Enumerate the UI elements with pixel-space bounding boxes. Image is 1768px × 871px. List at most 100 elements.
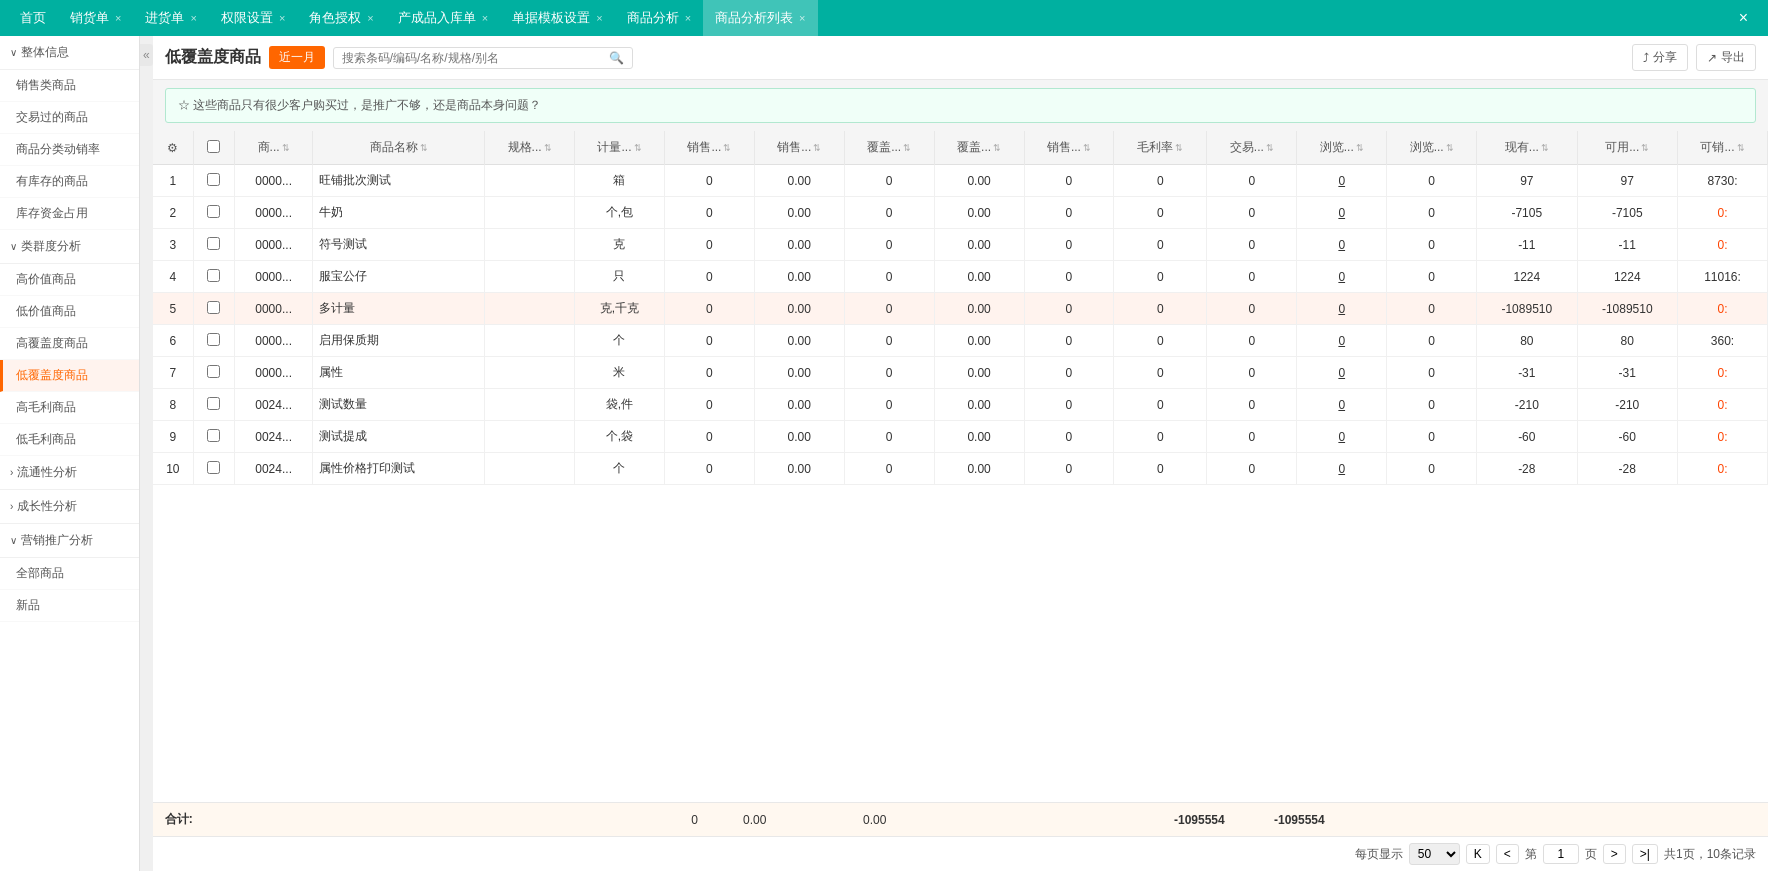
sidebar-section-成长性分析[interactable]: ›成长性分析: [0, 490, 139, 524]
row-checkbox[interactable]: [207, 301, 220, 314]
row-checkbox[interactable]: [207, 205, 220, 218]
sidebar-item-全部商品[interactable]: 全部商品: [0, 558, 139, 590]
main-layout: ∨整体信息销售类商品交易过的商品商品分类动销率有库存的商品库存资金占用∨类群度分…: [0, 36, 1768, 871]
sidebar-item-低覆盖度商品[interactable]: 低覆盖度商品: [0, 360, 139, 392]
row-sales3: 0: [1024, 421, 1114, 453]
window-close-button[interactable]: ×: [1727, 9, 1760, 27]
row-checkbox[interactable]: [207, 237, 220, 250]
col-header-gross_margin[interactable]: 毛利率⇅: [1114, 131, 1207, 165]
sidebar-section-营销推广分析[interactable]: ∨营销推广分析: [0, 524, 139, 558]
row-view1[interactable]: 0: [1297, 421, 1387, 453]
export-icon: ↗: [1707, 51, 1717, 65]
sidebar-item-库存资金占用[interactable]: 库存资金占用: [0, 198, 139, 230]
nav-item-销货单[interactable]: 销货单×: [58, 0, 133, 36]
settings-icon[interactable]: ⚙: [167, 141, 178, 155]
first-page-button[interactable]: K: [1466, 844, 1490, 864]
row-checkbox[interactable]: [207, 461, 220, 474]
nav-item-商品分析列表[interactable]: 商品分析列表×: [703, 0, 817, 36]
nav-close-icon[interactable]: ×: [367, 12, 373, 24]
share-button[interactable]: ⤴ 分享: [1632, 44, 1688, 71]
col-header-current_stock[interactable]: 现有...⇅: [1477, 131, 1577, 165]
col-header-view1[interactable]: 浏览...⇅: [1297, 131, 1387, 165]
row-code: 0000...: [234, 293, 312, 325]
col-header-code[interactable]: 商...⇅: [234, 131, 312, 165]
col-header-sales_amt[interactable]: 销售...⇅: [754, 131, 844, 165]
sidebar-item-新品[interactable]: 新品: [0, 590, 139, 622]
nav-close-icon[interactable]: ×: [279, 12, 285, 24]
row-sales-amt: 0.00: [754, 325, 844, 357]
row-gross-margin: 0: [1114, 293, 1207, 325]
row-checkbox[interactable]: [207, 365, 220, 378]
col-header-cover1[interactable]: 覆盖...⇅: [844, 131, 934, 165]
sidebar-item-高毛利商品[interactable]: 高毛利商品: [0, 392, 139, 424]
col-header-saleable[interactable]: 可销...⇅: [1677, 131, 1767, 165]
row-checkbox[interactable]: [207, 173, 220, 186]
row-current-stock: 97: [1477, 165, 1577, 197]
nav-item-进货单[interactable]: 进货单×: [133, 0, 208, 36]
col-header-view2[interactable]: 浏览...⇅: [1387, 131, 1477, 165]
row-checkbox[interactable]: [207, 429, 220, 442]
row-view1[interactable]: 0: [1297, 165, 1387, 197]
col-header-cover2[interactable]: 覆盖...⇅: [934, 131, 1024, 165]
col-header-sales_qty[interactable]: 销售...⇅: [664, 131, 754, 165]
col-header-name[interactable]: 商品名称⇅: [313, 131, 485, 165]
row-current-stock: -11: [1477, 229, 1577, 261]
sidebar-section-类群度分析[interactable]: ∨类群度分析: [0, 230, 139, 264]
search-input[interactable]: [342, 51, 609, 65]
row-cover1: 0: [844, 229, 934, 261]
nav-close-icon[interactable]: ×: [685, 12, 691, 24]
sidebar-item-高价值商品[interactable]: 高价值商品: [0, 264, 139, 296]
nav-item-商品分析[interactable]: 商品分析×: [615, 0, 703, 36]
sidebar-item-交易过的商品[interactable]: 交易过的商品: [0, 102, 139, 134]
nav-close-icon[interactable]: ×: [115, 12, 121, 24]
row-view1[interactable]: 0: [1297, 357, 1387, 389]
time-filter-button[interactable]: 近一月: [269, 46, 325, 69]
nav-close-icon[interactable]: ×: [596, 12, 602, 24]
row-sales-qty: 0: [664, 357, 754, 389]
col-header-unit[interactable]: 计量...⇅: [575, 131, 665, 165]
nav-close-icon[interactable]: ×: [190, 12, 196, 24]
table-row: 20000...牛奶个,包00.0000.0000000-7105-71050:: [153, 197, 1768, 229]
row-sales3: 0: [1024, 325, 1114, 357]
per-page-select[interactable]: 102050100: [1409, 843, 1460, 865]
sidebar-item-低价值商品[interactable]: 低价值商品: [0, 296, 139, 328]
nav-item-角色授权[interactable]: 角色授权×: [297, 0, 385, 36]
row-saleable: 0:: [1677, 293, 1767, 325]
next-page-button[interactable]: >: [1603, 844, 1626, 864]
sidebar-toggle-button[interactable]: «: [140, 44, 153, 66]
sidebar-section-流通性分析[interactable]: ›流通性分析: [0, 456, 139, 490]
row-checkbox[interactable]: [207, 333, 220, 346]
sidebar-item-商品分类动销率[interactable]: 商品分类动销率: [0, 134, 139, 166]
search-icon[interactable]: 🔍: [609, 51, 624, 65]
nav-close-icon[interactable]: ×: [482, 12, 488, 24]
row-view1[interactable]: 0: [1297, 389, 1387, 421]
sidebar-item-销售类商品[interactable]: 销售类商品: [0, 70, 139, 102]
col-header-available[interactable]: 可用...⇅: [1577, 131, 1677, 165]
sidebar-section-整体信息[interactable]: ∨整体信息: [0, 36, 139, 70]
sidebar-item-有库存的商品[interactable]: 有库存的商品: [0, 166, 139, 198]
row-view1[interactable]: 0: [1297, 229, 1387, 261]
row-checkbox[interactable]: [207, 269, 220, 282]
nav-close-icon[interactable]: ×: [799, 12, 805, 24]
col-header-spec[interactable]: 规格...⇅: [485, 131, 575, 165]
page-number-input[interactable]: [1543, 844, 1579, 864]
last-page-button[interactable]: >|: [1632, 844, 1658, 864]
row-checkbox[interactable]: [207, 397, 220, 410]
sidebar-item-高覆盖度商品[interactable]: 高覆盖度商品: [0, 328, 139, 360]
row-sales-amt: 0.00: [754, 229, 844, 261]
nav-item-产成品入库单[interactable]: 产成品入库单×: [386, 0, 500, 36]
row-view1[interactable]: 0: [1297, 261, 1387, 293]
select-all-checkbox[interactable]: [207, 140, 220, 153]
prev-page-button[interactable]: <: [1496, 844, 1519, 864]
nav-item-首页[interactable]: 首页: [8, 0, 58, 36]
row-view1[interactable]: 0: [1297, 197, 1387, 229]
row-view1[interactable]: 0: [1297, 325, 1387, 357]
row-view1[interactable]: 0: [1297, 453, 1387, 485]
nav-item-单据模板设置[interactable]: 单据模板设置×: [500, 0, 614, 36]
export-button[interactable]: ↗ 导出: [1696, 44, 1756, 71]
row-view1[interactable]: 0: [1297, 293, 1387, 325]
sidebar-item-低毛利商品[interactable]: 低毛利商品: [0, 424, 139, 456]
col-header-sales3[interactable]: 销售...⇅: [1024, 131, 1114, 165]
nav-item-权限设置[interactable]: 权限设置×: [209, 0, 297, 36]
col-header-trade[interactable]: 交易...⇅: [1207, 131, 1297, 165]
